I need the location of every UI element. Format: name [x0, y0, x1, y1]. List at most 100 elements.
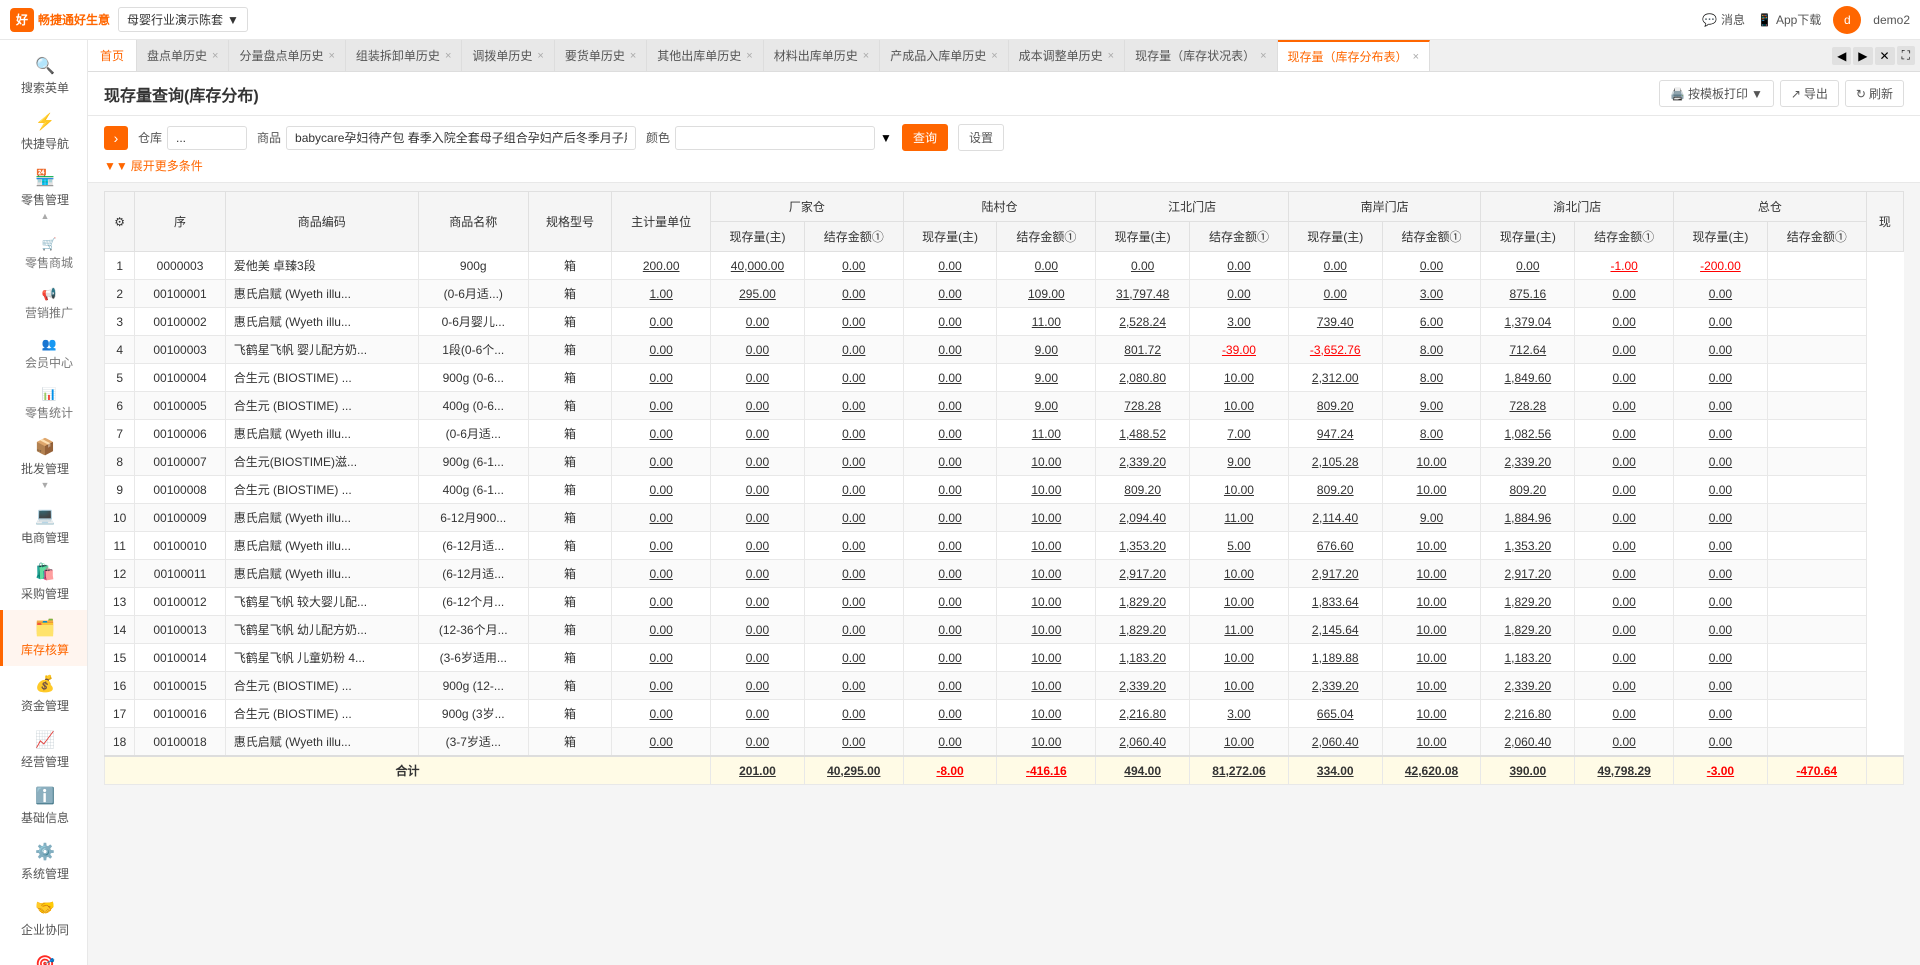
row-zc-qty[interactable]: 0.00 [1575, 728, 1674, 757]
settings-btn[interactable]: 设置 [958, 124, 1004, 151]
row-yb-qty[interactable]: 10.00 [1382, 644, 1481, 672]
filter-arrow-btn[interactable]: › [104, 126, 128, 150]
row-cf-qty[interactable]: 0.00 [612, 448, 711, 476]
row-na-qty[interactable]: 10.00 [1190, 728, 1289, 757]
warehouse-input[interactable] [167, 126, 247, 150]
print-btn[interactable]: 🖨️ 按模板打印 ▼ [1659, 80, 1774, 107]
query-btn[interactable]: 查询 [902, 124, 948, 151]
sidebar-item-collab[interactable]: 🤝 企业协同 [0, 890, 87, 946]
row-lc-qty[interactable]: 0.00 [804, 560, 903, 588]
row-lc-qty[interactable]: 0.00 [804, 644, 903, 672]
row-cf-qty[interactable]: 0.00 [612, 616, 711, 644]
row-jb-qty[interactable]: 10.00 [997, 504, 1096, 532]
color-input[interactable] [675, 126, 875, 150]
row-yb-qty[interactable]: 8.00 [1382, 364, 1481, 392]
row-cf-qty[interactable]: 0.00 [612, 644, 711, 672]
row-cf-qty[interactable]: 0.00 [612, 728, 711, 757]
row-yb-qty[interactable]: 10.00 [1382, 532, 1481, 560]
tab-close[interactable]: × [630, 50, 636, 62]
row-lc-qty[interactable]: 0.00 [804, 308, 903, 336]
row-yb-qty[interactable]: 10.00 [1382, 672, 1481, 700]
row-na-qty[interactable]: 9.00 [1190, 448, 1289, 476]
tab-10[interactable]: 现存量（库存状况表） × [1125, 40, 1277, 72]
row-zc-qty[interactable]: 0.00 [1575, 364, 1674, 392]
row-zc-qty[interactable]: 0.00 [1575, 644, 1674, 672]
row-zc-qty[interactable]: 0.00 [1575, 532, 1674, 560]
row-lc-qty[interactable]: 0.00 [804, 616, 903, 644]
row-yb-qty[interactable]: 9.00 [1382, 392, 1481, 420]
row-zc-qty[interactable]: 0.00 [1575, 476, 1674, 504]
row-lc-qty[interactable]: 0.00 [804, 448, 903, 476]
row-cf-qty[interactable]: 0.00 [612, 672, 711, 700]
tab-prev[interactable]: ◀ [1832, 47, 1851, 65]
tab-home[interactable]: 首页 [88, 40, 137, 72]
row-lc-qty[interactable]: 0.00 [804, 504, 903, 532]
row-lc-qty[interactable]: 0.00 [804, 588, 903, 616]
row-lc-qty[interactable]: 0.00 [804, 728, 903, 757]
row-na-qty[interactable]: -39.00 [1190, 336, 1289, 364]
tab-close-active[interactable]: × [1413, 51, 1419, 63]
row-cf-qty[interactable]: 0.00 [612, 476, 711, 504]
row-cf-qty[interactable]: 0.00 [612, 588, 711, 616]
row-yb-qty[interactable]: 10.00 [1382, 560, 1481, 588]
row-cf-qty[interactable]: 0.00 [612, 532, 711, 560]
row-lc-qty[interactable]: 0.00 [804, 252, 903, 280]
tab-3[interactable]: 组装拆卸单历史 × [346, 40, 462, 72]
sidebar-item-members[interactable]: 👥 会员中心 [0, 329, 87, 379]
user-avatar[interactable]: d [1833, 6, 1861, 34]
row-jb-qty[interactable]: 11.00 [997, 308, 1096, 336]
row-jb-qty[interactable]: 109.00 [997, 280, 1096, 308]
tab-11[interactable]: 现存量（库存分布表） × [1278, 40, 1430, 72]
sidebar-item-shop[interactable]: 🛒 零售商城 [0, 229, 87, 279]
sidebar-item-ecommerce[interactable]: 💻 电商管理 [0, 498, 87, 554]
row-yb-qty[interactable]: 10.00 [1382, 700, 1481, 728]
row-na-qty[interactable]: 10.00 [1190, 392, 1289, 420]
row-zc-qty[interactable]: 0.00 [1575, 420, 1674, 448]
row-na-qty[interactable]: 10.00 [1190, 672, 1289, 700]
row-cf-qty[interactable]: 0.00 [612, 364, 711, 392]
row-jb-qty[interactable]: 10.00 [997, 560, 1096, 588]
row-yb-qty[interactable]: 10.00 [1382, 616, 1481, 644]
row-yb-qty[interactable]: 0.00 [1382, 252, 1481, 280]
row-yb-qty[interactable]: 9.00 [1382, 504, 1481, 532]
tab-next[interactable]: ▶ [1853, 47, 1872, 65]
sidebar-item-ops[interactable]: 📈 经营管理 [0, 722, 87, 778]
sidebar-item-basic-info[interactable]: ℹ️ 基础信息 [0, 778, 87, 834]
expand-conditions-btn[interactable]: ▼▼ 展开更多条件 [104, 157, 1904, 174]
row-lc-qty[interactable]: 0.00 [804, 672, 903, 700]
sidebar-item-inventory[interactable]: 🗂️ 库存核算 [0, 610, 87, 666]
tab-close[interactable]: × [328, 50, 334, 62]
row-na-qty[interactable]: 7.00 [1190, 420, 1289, 448]
row-yb-qty[interactable]: 10.00 [1382, 448, 1481, 476]
row-zc-qty[interactable]: 0.00 [1575, 560, 1674, 588]
row-na-qty[interactable]: 11.00 [1190, 616, 1289, 644]
row-na-qty[interactable]: 5.00 [1190, 532, 1289, 560]
tab-7[interactable]: 材料出库单历史 × [764, 40, 880, 72]
row-jb-qty[interactable]: 10.00 [997, 672, 1096, 700]
sidebar-item-wholesale[interactable]: 📦 批发管理 ▼ [0, 429, 87, 498]
tab-4[interactable]: 调拨单历史 × [462, 40, 554, 72]
row-zc-qty[interactable]: 0.00 [1575, 504, 1674, 532]
tab-close[interactable]: × [212, 50, 218, 62]
sidebar-item-retail-mgmt[interactable]: 🏪 零售管理 ▲ [0, 160, 87, 229]
row-na-qty[interactable]: 10.00 [1190, 644, 1289, 672]
tab-close[interactable]: × [863, 50, 869, 62]
row-lc-qty[interactable]: 0.00 [804, 532, 903, 560]
row-zc-qty[interactable]: 0.00 [1575, 392, 1674, 420]
row-cf-qty[interactable]: 200.00 [612, 252, 711, 280]
tab-close[interactable]: × [1108, 50, 1114, 62]
row-jb-qty[interactable]: 10.00 [997, 448, 1096, 476]
sidebar-item-marketing[interactable]: 📢 营销推广 [0, 279, 87, 329]
sidebar-item-retail-stats[interactable]: 📊 零售统计 [0, 379, 87, 429]
row-cf-qty[interactable]: 0.00 [612, 504, 711, 532]
row-lc-qty[interactable]: 0.00 [804, 280, 903, 308]
row-jb-qty[interactable]: 10.00 [997, 476, 1096, 504]
row-cf-qty[interactable]: 0.00 [612, 336, 711, 364]
row-na-qty[interactable]: 10.00 [1190, 588, 1289, 616]
export-btn[interactable]: ↗ 导出 [1780, 80, 1839, 107]
sidebar-item-nav[interactable]: ⚡ 快捷导航 [0, 104, 87, 160]
sidebar-item-guide[interactable]: 🎯 新手引导 [0, 946, 87, 965]
row-zc-qty[interactable]: 0.00 [1575, 280, 1674, 308]
refresh-btn[interactable]: ↻ 刷新 [1845, 80, 1904, 107]
row-lc-qty[interactable]: 0.00 [804, 476, 903, 504]
